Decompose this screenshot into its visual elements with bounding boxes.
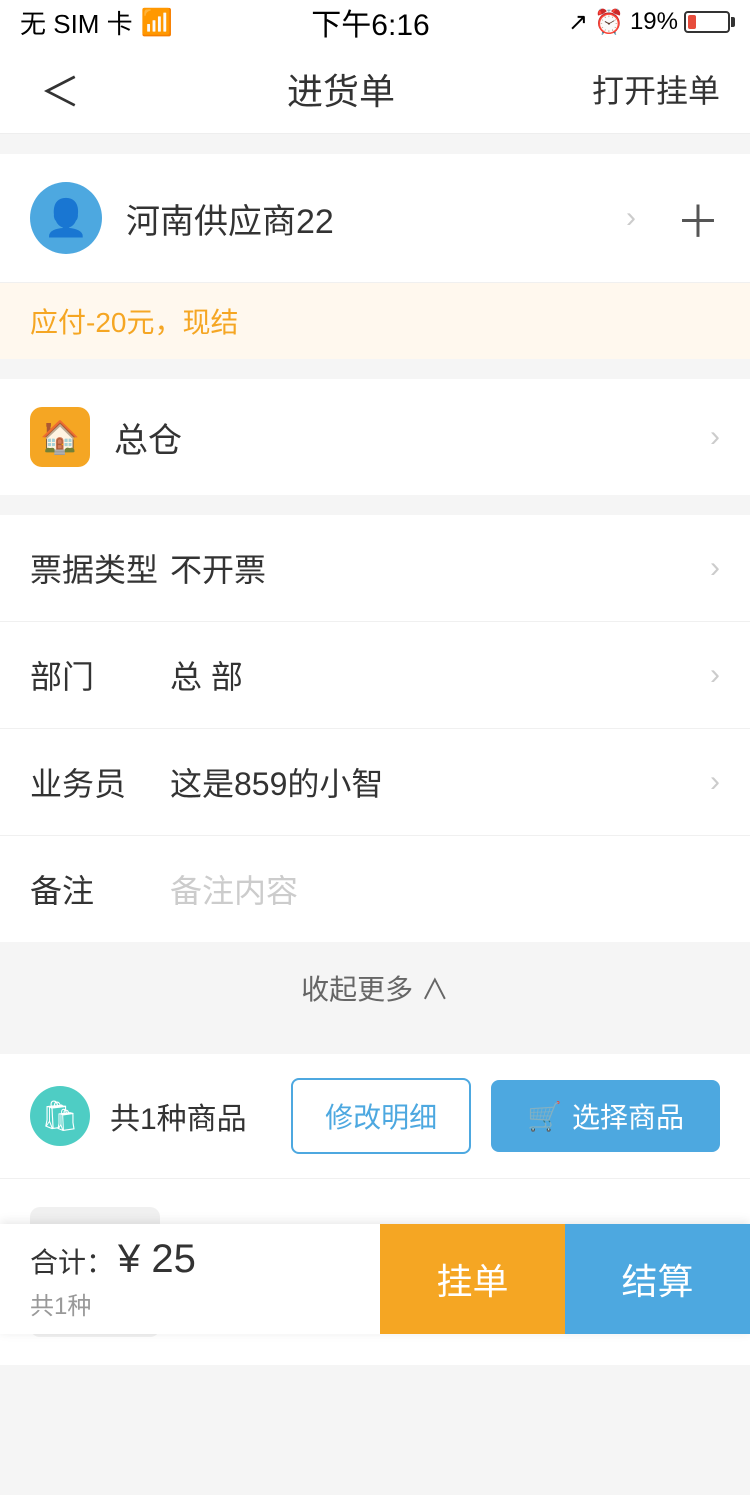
hang-button[interactable]: 挂单 (380, 1224, 565, 1334)
bag-icon: 🛍 (41, 1099, 79, 1134)
remark-row[interactable]: 备注 备注内容 (0, 836, 750, 942)
wifi-icon: 📶 (141, 7, 173, 38)
salesperson-value: 这是859的小智 (170, 759, 710, 805)
total-row: 合计： ¥ 25 (30, 1237, 350, 1282)
collapse-button[interactable]: 收起更多 ∧ (0, 942, 750, 1034)
supplier-chevron-icon: › (626, 201, 636, 235)
checkout-label: 结算 (621, 1253, 693, 1305)
cart-icon: 🛒 (527, 1100, 562, 1133)
warehouse-icon: 🏠 (30, 407, 90, 467)
status-bar: 无 SIM 卡 📶 下午6:16 ↗ ⏰ 19% (0, 0, 750, 44)
remark-label: 备注 (30, 866, 170, 912)
remark-placeholder: 备注内容 (170, 866, 720, 912)
bottom-bar: 合计： ¥ 25 共1种 挂单 结算 (0, 1224, 750, 1334)
salesperson-chevron-icon: › (710, 765, 720, 799)
location-icon: ↗ (568, 8, 588, 37)
house-icon: 🏠 (40, 418, 80, 456)
select-product-button[interactable]: 🛒 选择商品 (491, 1080, 720, 1152)
product-count-icon: 🛍 (30, 1086, 90, 1146)
checkout-button[interactable]: 结算 (565, 1224, 750, 1334)
supplier-name: 河南供应商22 (126, 194, 626, 243)
invoice-type-row[interactable]: 票据类型 不开票 › (0, 515, 750, 622)
invoice-type-value: 不开票 (170, 545, 710, 591)
nav-bar: ＜ 进货单 打开挂单 (0, 44, 750, 134)
status-right: ↗ ⏰ 19% (568, 8, 730, 37)
total-amount: ¥ 25 (118, 1237, 196, 1282)
user-icon: 👤 (44, 197, 89, 239)
total-count: 共1种 (30, 1286, 350, 1321)
status-left: 无 SIM 卡 📶 (20, 4, 173, 41)
hang-label: 挂单 (436, 1253, 508, 1305)
total-section: 合计： ¥ 25 共1种 (0, 1224, 380, 1334)
invoice-type-chevron-icon: › (710, 551, 720, 585)
info-banner: 应付-20元，现结 (0, 283, 750, 359)
salesperson-label: 业务员 (30, 759, 170, 805)
product-header: 🛍 共1种商品 修改明细 🛒 选择商品 (0, 1054, 750, 1178)
department-row[interactable]: 部门 总 部 › (0, 622, 750, 729)
department-value: 总 部 (170, 652, 710, 698)
add-supplier-button[interactable]: ＋ (676, 186, 720, 250)
select-product-label: 选择商品 (572, 1096, 684, 1136)
warehouse-name: 总仓 (114, 413, 710, 462)
invoice-type-label: 票据类型 (30, 545, 170, 591)
status-time: 下午6:16 (311, 0, 429, 44)
battery-percent: 19% (630, 8, 678, 36)
collapse-label: 收起更多 ∧ (301, 974, 449, 1005)
carrier-label: 无 SIM 卡 (20, 4, 133, 41)
edit-detail-button[interactable]: 修改明细 (291, 1078, 471, 1154)
supplier-section: 👤 河南供应商22 › ＋ 应付-20元，现结 (0, 154, 750, 359)
form-section: 票据类型 不开票 › 部门 总 部 › 业务员 这是859的小智 › 备注 备注… (0, 515, 750, 942)
supplier-row[interactable]: 👤 河南供应商22 › ＋ (0, 154, 750, 283)
battery-icon (684, 11, 730, 33)
supplier-avatar: 👤 (30, 182, 102, 254)
product-count-label: 共1种商品 (110, 1094, 271, 1138)
open-pending-button[interactable]: 打开挂单 (592, 66, 720, 112)
department-chevron-icon: › (710, 658, 720, 692)
nav-title: 进货单 (287, 63, 395, 115)
warehouse-chevron-icon: › (710, 420, 720, 454)
total-label: 合计： (30, 1241, 114, 1281)
department-label: 部门 (30, 652, 170, 698)
info-banner-text: 应付-20元，现结 (30, 307, 238, 338)
alarm-icon: ⏰ (594, 8, 624, 37)
warehouse-row[interactable]: 🏠 总仓 › (0, 379, 750, 495)
warehouse-section: 🏠 总仓 › (0, 379, 750, 495)
back-button[interactable]: ＜ (30, 50, 90, 128)
salesperson-row[interactable]: 业务员 这是859的小智 › (0, 729, 750, 836)
